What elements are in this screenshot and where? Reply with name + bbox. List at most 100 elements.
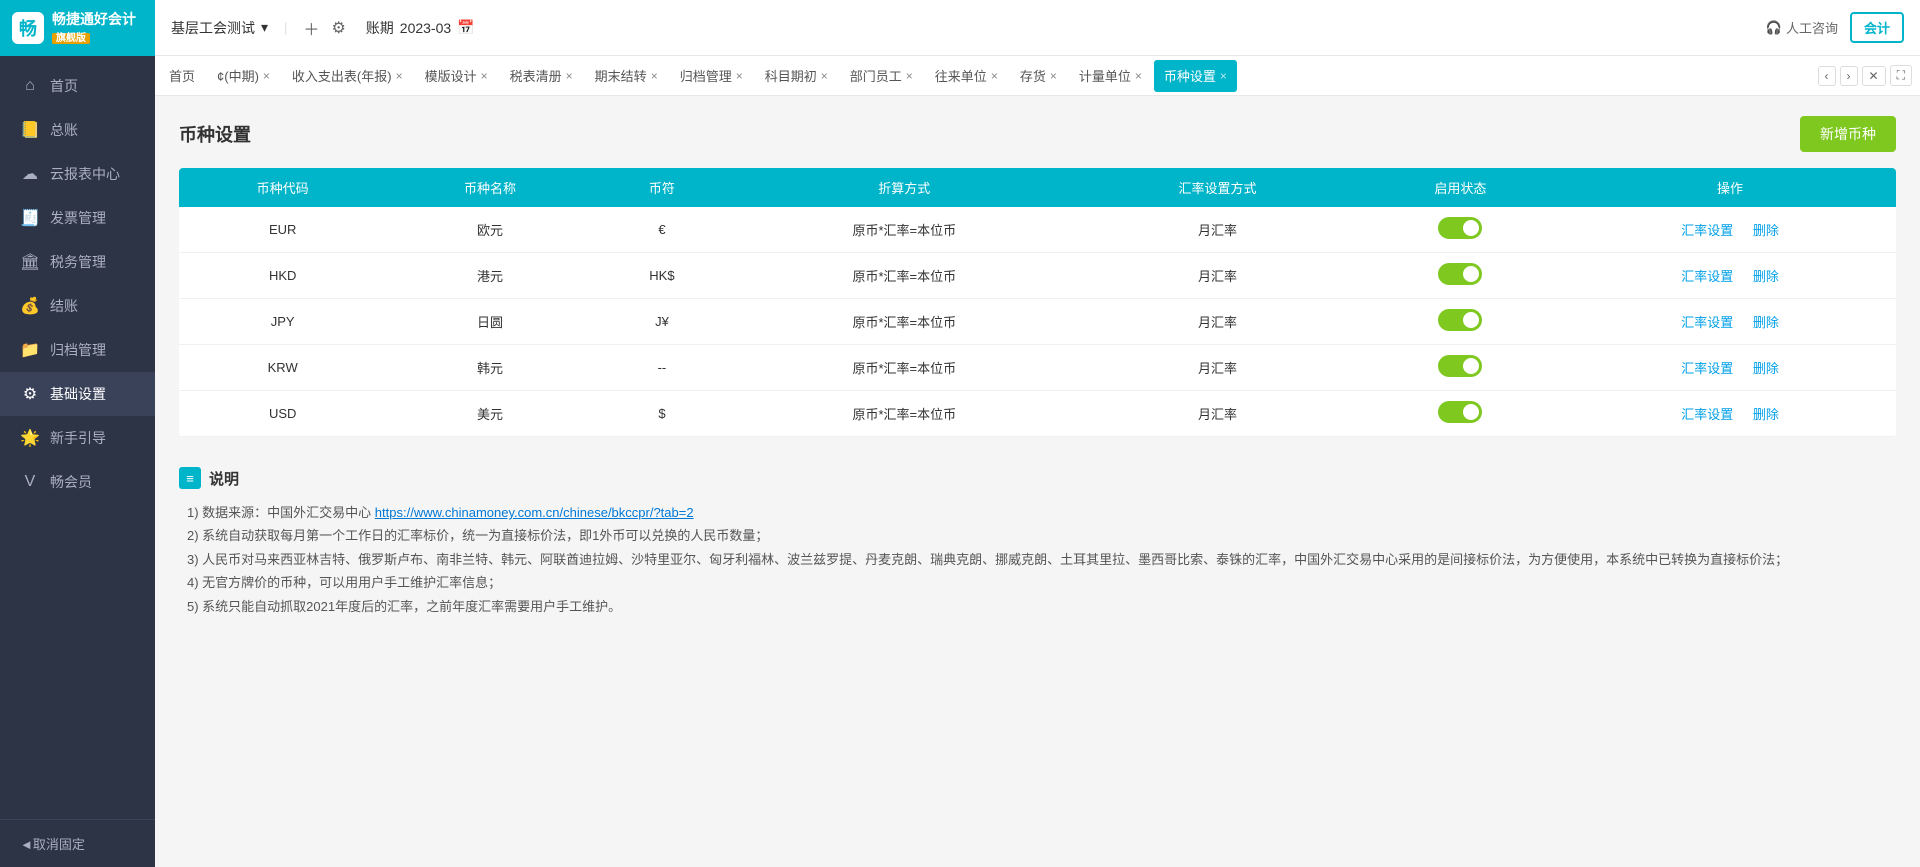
tab-close-period[interactable]: × [263,69,270,83]
headphone-icon: 🎧 [1766,20,1782,36]
tab-close-currency[interactable]: × [1220,69,1227,83]
sidebar-item-member[interactable]: V畅会员 [0,460,155,504]
tab-prev-btn[interactable]: ‹ [1818,66,1836,86]
cell-actions: 汇率设置 删除 [1564,345,1896,391]
sidebar-item-ledger[interactable]: 📒总账 [0,108,155,152]
cell-symbol: HK$ [594,253,730,299]
tab-archive[interactable]: 归档管理 × [670,60,753,92]
table-row: USD 美元 $ 原币*汇率=本位币 月汇率 汇率设置 删除 [179,391,1896,437]
period-label: 账期 [366,18,394,38]
sidebar-item-report[interactable]: ☁云报表中心 [0,152,155,196]
tab-income[interactable]: 收入支出表(年报)× [282,60,413,92]
tab-dept[interactable]: 部门员工× [840,60,923,92]
rate-setting-link[interactable]: 汇率设置 [1681,407,1733,422]
toggle-enabled[interactable] [1438,309,1482,331]
cell-enabled [1357,207,1564,253]
toggle-enabled[interactable] [1438,263,1482,285]
tab-label-archive: 归档管理 [680,66,732,85]
tab-close-tax[interactable]: × [566,69,573,83]
tab-currency[interactable]: 币种设置 × [1154,60,1237,92]
note-title: ≡ 说明 [179,467,1896,489]
col-header: 币种名称 [386,168,593,207]
tab-tax[interactable]: 税表清册 × [500,60,583,92]
delete-link[interactable]: 删除 [1753,269,1779,284]
col-header: 币种代码 [179,168,386,207]
delete-link[interactable]: 删除 [1753,407,1779,422]
delete-link[interactable]: 删除 [1753,315,1779,330]
note-item: 3) 人民币对马来西亚林吉特、俄罗斯卢布、南非兰特、韩元、阿联酋迪拉姆、沙特里亚… [179,548,1896,571]
sidebar-footer-toggle[interactable]: ◄取消固定 [0,819,155,867]
tab-period-end[interactable]: 期末结转 × [585,60,668,92]
toggle-enabled[interactable] [1438,401,1482,423]
note-item: 5) 系统只能自动抓取2021年度后的汇率，之前年度汇率需要用户手工维护。 [179,595,1896,618]
calendar-icon[interactable]: 📅 [457,19,474,36]
tab-close-unit[interactable]: × [1135,69,1142,83]
cell-calc: 原币*汇率=本位币 [730,207,1078,253]
settings-icon[interactable]: ⚙ [331,18,345,38]
tab-maximize-btn[interactable]: ⛶ [1890,65,1912,86]
company-name: 基层工会测试 [171,18,255,38]
tab-template[interactable]: 模版设计× [415,60,498,92]
period-value: 2023-03 [400,20,451,36]
rate-setting-link[interactable]: 汇率设置 [1681,315,1733,330]
tab-next-btn[interactable]: › [1840,66,1858,86]
rate-setting-link[interactable]: 汇率设置 [1681,223,1733,238]
toggle-enabled[interactable] [1438,217,1482,239]
account-button[interactable]: 会计 [1850,12,1904,43]
sidebar-item-archive[interactable]: 📁归档管理 [0,328,155,372]
sidebar-item-home[interactable]: ⌂首页 [0,64,155,108]
cell-calc: 原币*汇率=本位币 [730,345,1078,391]
sidebar-item-settlement[interactable]: 💰 结账 [0,284,155,328]
toggle-enabled[interactable] [1438,355,1482,377]
nav-icon-member: V [20,473,40,491]
tab-close-period-end[interactable]: × [651,69,658,83]
tabbar-nav: ‹ › ✕ ⛶ [1818,65,1916,86]
tab-close-income[interactable]: × [396,69,403,83]
cell-actions: 汇率设置 删除 [1564,207,1896,253]
period-display: 账期 2023-03 📅 [366,18,475,38]
sidebar-nav: ⌂首页📒总账☁云报表中心🧾发票管理🏛税务管理 💰 结账 📁归档管理⚙基础设置🌟新手引导… [0,56,155,819]
tab-close-partner[interactable]: × [991,69,998,83]
tab-period[interactable]: ¢(中期)× [207,60,280,92]
tab-home[interactable]: 首页 [159,60,205,92]
delete-link[interactable]: 删除 [1753,223,1779,238]
tab-close-inventory[interactable]: × [1050,69,1057,83]
cell-rate-type: 月汇率 [1078,253,1356,299]
new-currency-button[interactable]: 新增币种 [1800,116,1896,152]
nav-icon-settlement: 💰 [20,296,40,316]
note-link[interactable]: https://www.chinamoney.com.cn/chinese/bk… [375,505,694,520]
rate-setting-link[interactable]: 汇率设置 [1681,269,1733,284]
tab-partner[interactable]: 往来单位× [925,60,1008,92]
tab-close-archive[interactable]: × [736,69,743,83]
table-row: JPY 日圆 J¥ 原币*汇率=本位币 月汇率 汇率设置 删除 [179,299,1896,345]
tab-label-currency: 币种设置 [1164,66,1216,85]
tab-label-period-end: 期末结转 [595,66,647,85]
col-header: 汇率设置方式 [1078,168,1356,207]
sidebar-item-tax[interactable]: 🏛税务管理 [0,240,155,284]
tab-subjects[interactable]: 科目期初× [755,60,838,92]
tab-label-tax: 税表清册 [510,66,562,85]
add-company-icon[interactable]: ＋ [303,16,319,40]
rate-setting-link[interactable]: 汇率设置 [1681,361,1733,376]
tab-close-subjects[interactable]: × [821,69,828,83]
tab-close-template[interactable]: × [481,69,488,83]
sidebar-item-guide[interactable]: 🌟新手引导 [0,416,155,460]
service-button[interactable]: 🎧 人工咨询 [1766,18,1838,37]
tab-close-dept[interactable]: × [906,69,913,83]
sidebar-item-invoice[interactable]: 🧾发票管理 [0,196,155,240]
col-header: 操作 [1564,168,1896,207]
cell-rate-type: 月汇率 [1078,207,1356,253]
nav-label-settlement: 结账 [50,296,78,316]
nav-icon-report: ☁ [20,164,40,184]
cell-code: HKD [179,253,386,299]
table-row: EUR 欧元 € 原币*汇率=本位币 月汇率 汇率设置 删除 [179,207,1896,253]
sidebar-item-settings[interactable]: ⚙基础设置 [0,372,155,416]
tab-close-all-btn[interactable]: ✕ [1862,66,1886,86]
delete-link[interactable]: 删除 [1753,361,1779,376]
tab-unit[interactable]: 计量单位× [1069,60,1152,92]
cell-rate-type: 月汇率 [1078,345,1356,391]
company-selector[interactable]: 基层工会测试 ▾ [171,18,268,38]
nav-icon-home: ⌂ [20,77,40,95]
tab-inventory[interactable]: 存货× [1010,60,1067,92]
nav-label-invoice: 发票管理 [50,208,106,228]
